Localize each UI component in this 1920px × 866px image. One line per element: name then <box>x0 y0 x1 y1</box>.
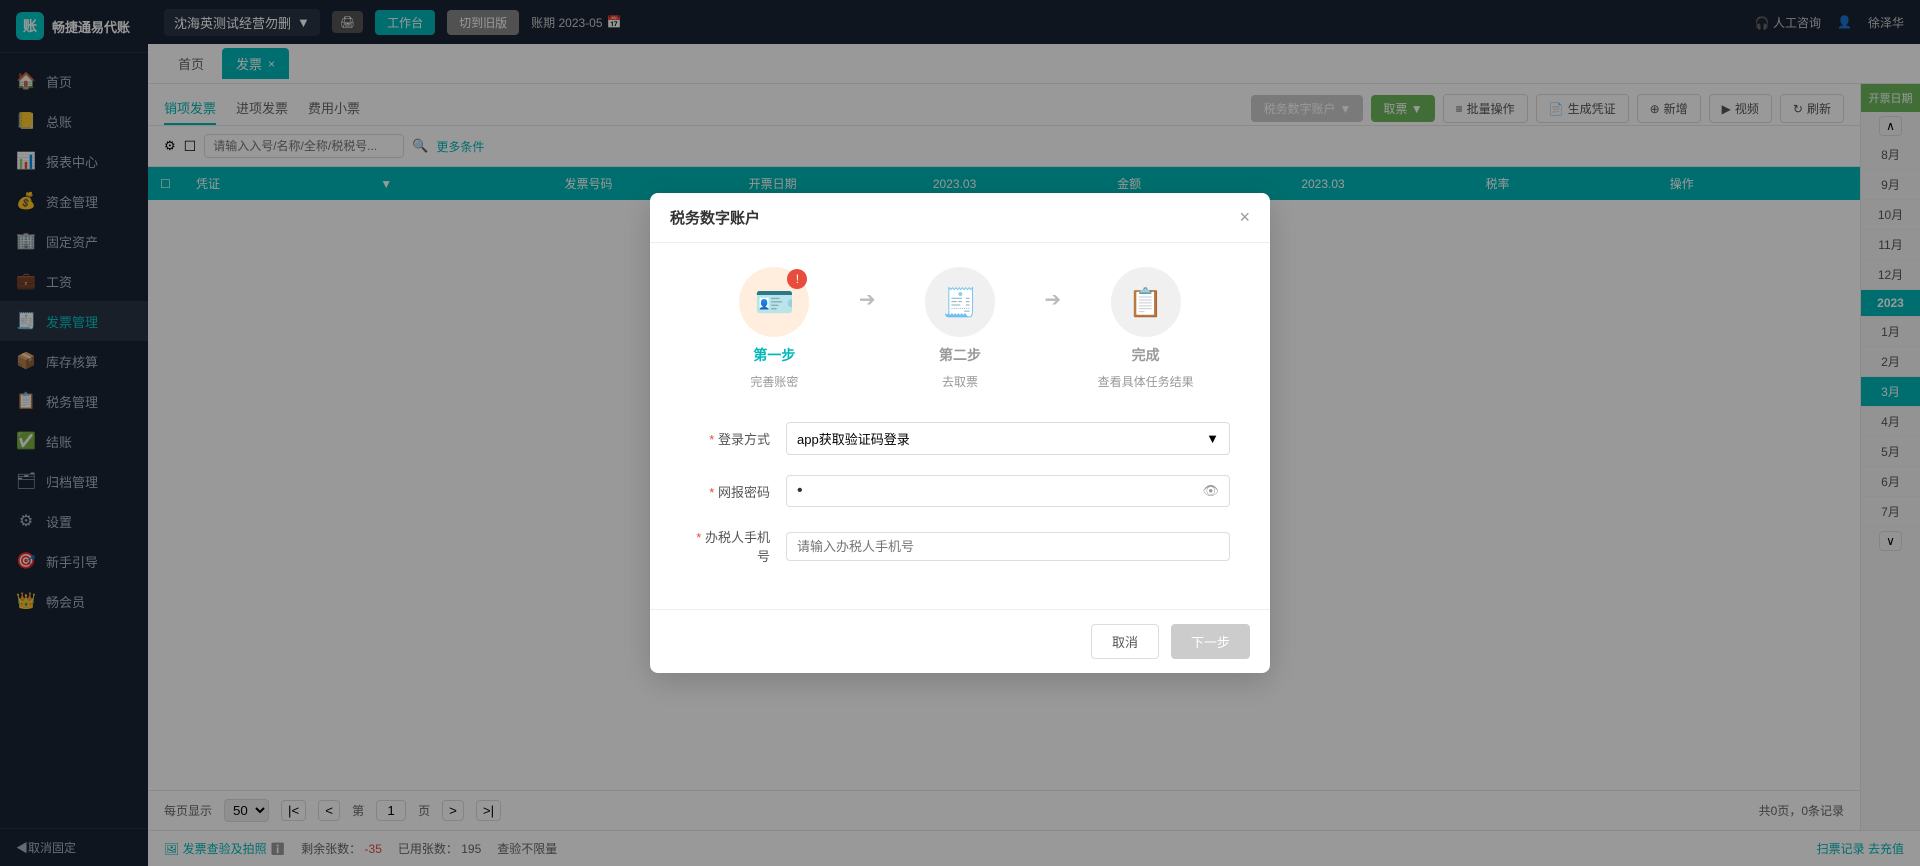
step-2-icon: 🧾 <box>943 286 978 319</box>
step-1-badge: ! <box>787 269 807 289</box>
login-method-control: app获取验证码登录 ▼ <box>786 422 1230 455</box>
tax-account-modal: 税务数字账户 × 🪪 ! 第一步 完善账密 ➔ <box>650 193 1270 673</box>
step-complete-label: 完成 <box>1132 345 1160 365</box>
password-field-wrap: 👁 <box>786 475 1230 507</box>
step-complete-icon-wrap: 📋 <box>1111 267 1181 337</box>
modal-title: 税务数字账户 <box>670 207 760 228</box>
step-arrow-2: ➔ <box>1044 267 1061 312</box>
phone-label: * 办税人手机号 <box>690 527 770 565</box>
step-1-label: 第一步 <box>753 345 795 365</box>
password-row: * 网报密码 👁 <box>690 475 1230 507</box>
step-2-desc: 去取票 <box>942 373 978 390</box>
steps-indicator: 🪪 ! 第一步 完善账密 ➔ 🧾 第二步 去取票 <box>690 267 1230 390</box>
next-button[interactable]: 下一步 <box>1171 624 1250 659</box>
step-2-label: 第二步 <box>939 345 981 365</box>
password-input[interactable] <box>797 482 1194 500</box>
step-2: 🧾 第二步 去取票 <box>876 267 1045 390</box>
step-arrow-1: ➔ <box>859 267 876 312</box>
step-complete: 📋 完成 查看具体任务结果 <box>1061 267 1230 390</box>
step-1-desc: 完善账密 <box>750 373 798 390</box>
step-1-icon: 🪪 <box>754 283 794 321</box>
login-method-label: * 登录方式 <box>690 429 770 448</box>
modal-close-btn[interactable]: × <box>1239 207 1250 228</box>
required-mark-2: * <box>709 485 714 500</box>
modal-header: 税务数字账户 × <box>650 193 1270 243</box>
required-mark: * <box>709 432 714 447</box>
phone-control <box>786 532 1230 561</box>
step-complete-desc: 查看具体任务结果 <box>1098 373 1194 390</box>
step-1-icon-wrap: 🪪 ! <box>739 267 809 337</box>
login-method-row: * 登录方式 app获取验证码登录 ▼ <box>690 422 1230 455</box>
password-control: 👁 <box>786 475 1230 507</box>
modal-body: 🪪 ! 第一步 完善账密 ➔ 🧾 第二步 去取票 <box>650 243 1270 609</box>
login-method-select[interactable]: app获取验证码登录 ▼ <box>786 422 1230 455</box>
login-method-value: app获取验证码登录 <box>797 429 910 448</box>
step-2-icon-wrap: 🧾 <box>925 267 995 337</box>
step-1: 🪪 ! 第一步 完善账密 <box>690 267 859 390</box>
modal-footer: 取消 下一步 <box>650 609 1270 673</box>
phone-row: * 办税人手机号 <box>690 527 1230 565</box>
required-mark-3: * <box>696 530 701 545</box>
modal-overlay: 税务数字账户 × 🪪 ! 第一步 完善账密 ➔ <box>0 0 1920 866</box>
select-dropdown-icon: ▼ <box>1206 431 1219 446</box>
step-complete-icon: 📋 <box>1128 286 1163 319</box>
password-label: * 网报密码 <box>690 482 770 501</box>
phone-input[interactable] <box>786 532 1230 561</box>
eye-icon[interactable]: 👁 <box>1202 483 1219 499</box>
cancel-button[interactable]: 取消 <box>1091 624 1159 659</box>
